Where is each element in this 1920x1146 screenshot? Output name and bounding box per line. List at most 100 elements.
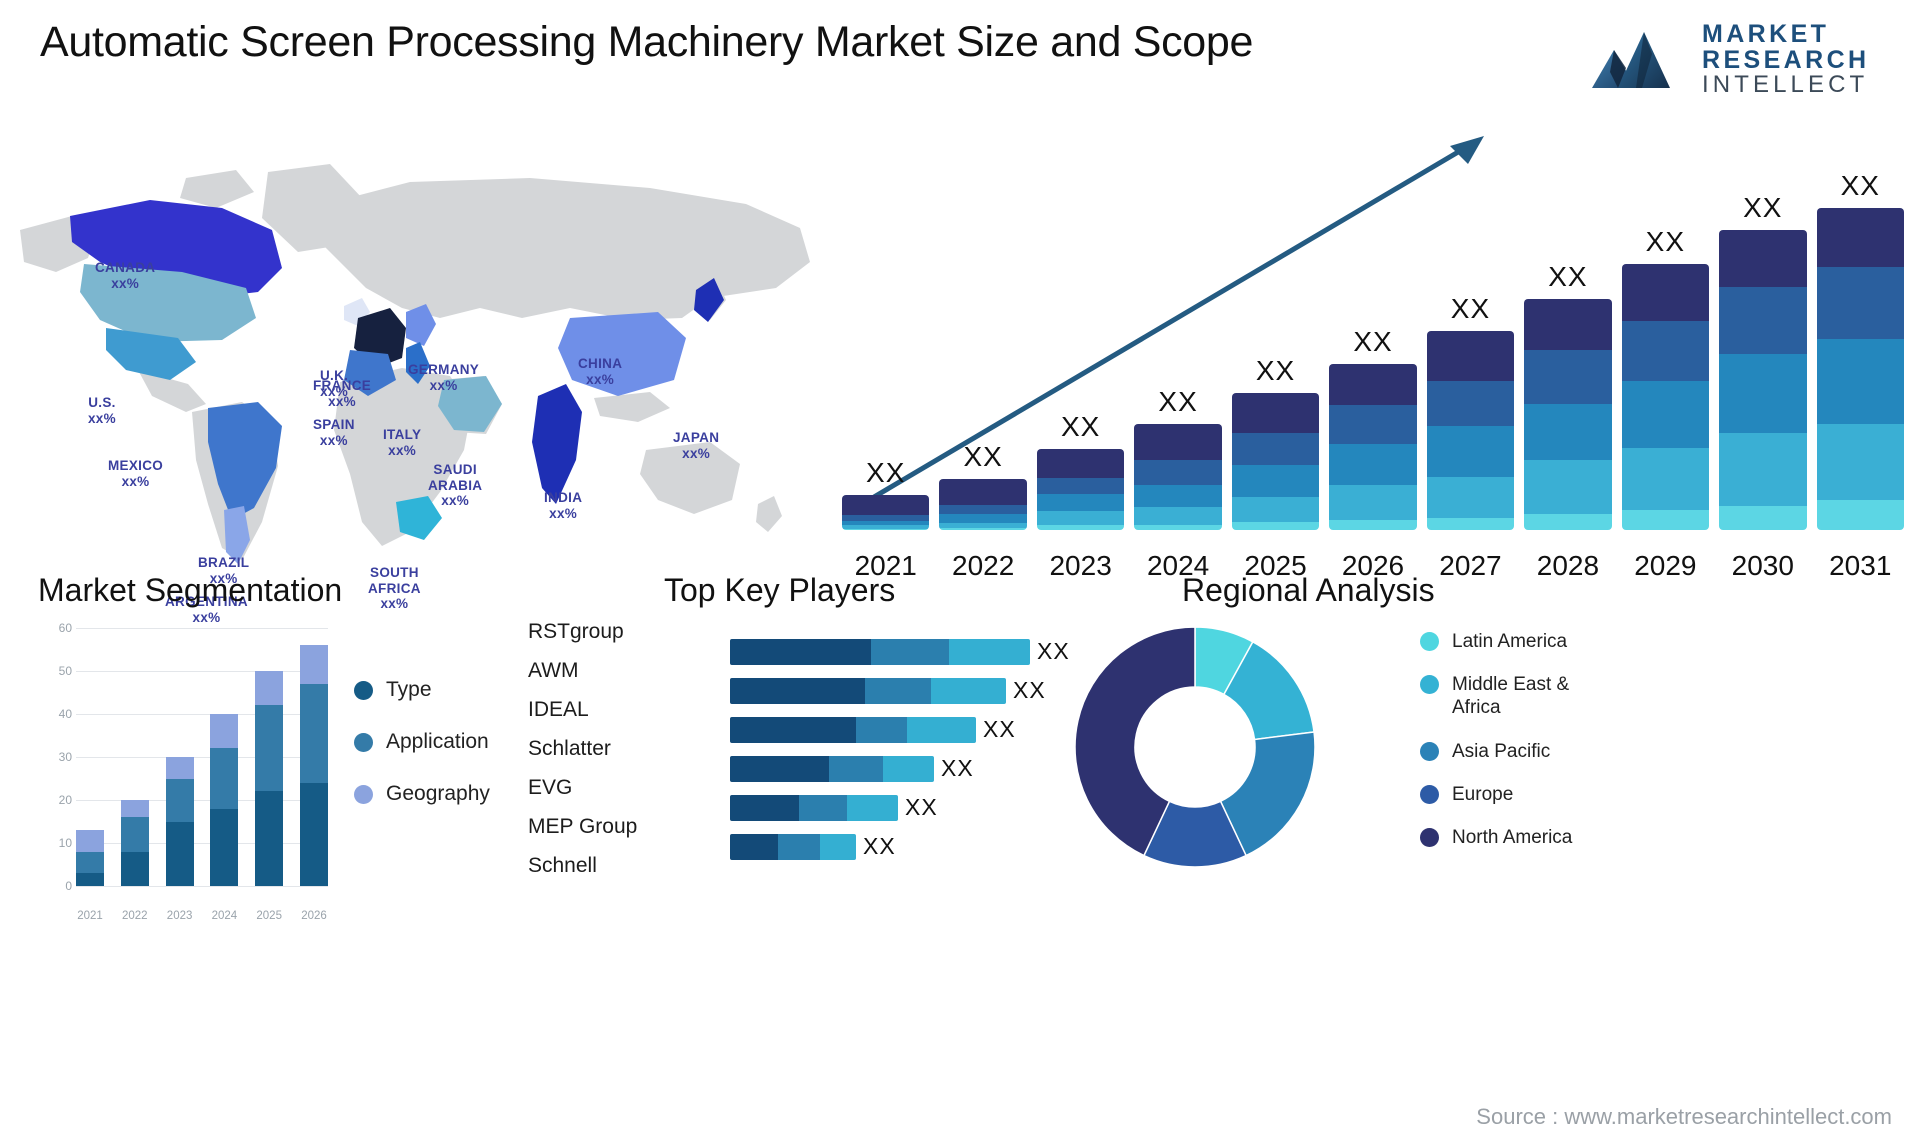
key-player-bar-row: XX (730, 632, 1080, 671)
segmentation-y-tick: 60 (58, 621, 72, 635)
legend-label: North America (1452, 826, 1573, 848)
map-label-country: INDIA (544, 490, 583, 505)
forecast-bar-stack (1036, 449, 1125, 530)
forecast-bar-stack (842, 495, 930, 530)
map-label-italy: ITALY xx% (383, 427, 421, 458)
legend-label: Asia Pacific (1452, 740, 1551, 762)
key-player-bar-segment (820, 833, 856, 860)
forecast-bar-segment (1621, 448, 1710, 510)
forecast-bar-segment (1621, 321, 1710, 381)
segmentation-x-label: 2026 (301, 910, 327, 922)
map-label-germany: GERMANY xx% (408, 362, 479, 393)
map-label-country: FRANCE (313, 378, 372, 393)
key-player-bar-segment (730, 716, 856, 743)
key-player-bar-row: XX (730, 671, 1080, 710)
segmentation-bar (299, 645, 328, 886)
forecast-bar-column: XX (1426, 170, 1515, 530)
brand-logo: MARKET RESEARCH INTELLECT (1592, 16, 1892, 102)
legend-label: Europe (1452, 783, 1514, 805)
key-player-value: XX (863, 833, 896, 859)
key-player-bar-segment (730, 677, 865, 704)
key-player-bar-segment (829, 755, 883, 782)
legend-color-dot (354, 680, 373, 700)
key-player-bar-segment (847, 794, 898, 821)
forecast-bar-segment (1524, 403, 1612, 461)
map-label-china: CHINA xx% (578, 356, 622, 387)
logo-line-1: MARKET (1702, 19, 1830, 48)
regional-legend-item: North America (1420, 826, 1622, 849)
regional-analysis-chart: Latin America Middle East & Africa Asia Pa… (1060, 560, 1910, 920)
key-player-bar-segment (865, 677, 931, 704)
world-map: CANADA xx% U.S. xx% MEXICO xx% BRAZIL xx% ARGENT… (10, 112, 840, 625)
map-label-value: xx% (111, 275, 140, 291)
key-player-bar (730, 716, 976, 743)
map-label-spain: SPAIN xx% (313, 417, 355, 448)
forecast-bar-column: XX (1621, 170, 1710, 530)
forecast-bar-segment (1621, 264, 1710, 321)
source-note: Source : www.marketresearchintellect.com (1476, 1104, 1892, 1129)
forecast-bar-segment (842, 495, 930, 516)
map-label-country: U.S. (88, 395, 116, 410)
legend-color-dot (1420, 675, 1439, 695)
segmentation-plot: 2021 2022 2023 2024 2025 2026 0 10 20 30 40 50 60 (59, 621, 328, 922)
regional-legend-item: Latin America (1420, 630, 1622, 653)
market-segmentation-chart: 2021 2022 2023 2024 2025 2026 0 10 20 30 40 50 60 T… (24, 610, 524, 922)
segmentation-bar (165, 757, 194, 886)
segmentation-bar-segment (76, 830, 104, 852)
key-player-name: AWM (528, 659, 579, 682)
key-player-name: Schnell (528, 854, 597, 877)
forecast-bar-column: XX (1134, 170, 1222, 530)
forecast-bar-stack (1524, 299, 1612, 530)
key-player-bar (730, 677, 1006, 704)
key-player-bar-segment (931, 677, 1006, 704)
map-label-saudi-arabia: SAUDI ARABIA xx% (428, 462, 482, 509)
forecast-bar-segment (1231, 392, 1320, 433)
forecast-bar-row: XX XX XX XX XX XX XX XX XX XX XX (842, 170, 1904, 530)
forecast-bar-column: XX (1719, 170, 1807, 530)
forecast-bar-value: XX (1548, 261, 1588, 292)
key-player-bar-segment (730, 833, 778, 860)
map-label-france: FRANCE xx% (313, 378, 371, 409)
legend-label: Application (386, 730, 489, 753)
segmentation-bar-segment (299, 782, 328, 886)
legend-label: Type (386, 678, 432, 701)
forecast-bar-segment (1329, 364, 1417, 406)
key-player-name: Schlatter (528, 737, 611, 760)
map-label-india: INDIA xx% (544, 490, 582, 521)
map-label-value: xx% (441, 493, 470, 509)
market-segmentation-title: Market Segmentation (38, 572, 343, 608)
forecast-bar-stack (1621, 264, 1710, 530)
regional-legend: Latin America Middle East & Africa Asia Pa… (1420, 630, 1622, 849)
forecast-bar-segment (1524, 513, 1612, 530)
forecast-bar-value: XX (1645, 226, 1686, 258)
map-label-value: xx% (328, 393, 356, 409)
logo-line-2: RESEARCH (1702, 45, 1870, 74)
forecast-bar-value: XX (1255, 354, 1296, 386)
forecast-bar-segment (1816, 208, 1904, 268)
map-label-country: SOUTH AFRICA (368, 565, 421, 596)
map-label-u-s-: U.S. xx% (88, 395, 116, 426)
legend-color-dot (354, 732, 373, 752)
forecast-bar-value: XX (866, 457, 906, 489)
forecast-bar-segment (1036, 477, 1125, 495)
key-player-name: EVG (528, 776, 573, 799)
segmentation-legend: Type Application Geography (354, 678, 490, 806)
forecast-bar-value: XX (1840, 170, 1880, 201)
legend-label: Latin America (1452, 631, 1568, 652)
key-player-bar-segment (778, 833, 820, 860)
map-label-canada: CANADA xx% (95, 260, 155, 291)
forecast-bar-segment (1134, 525, 1222, 530)
map-label-value: xx% (88, 410, 116, 426)
page-title: Automatic Screen Processing Machinery Ma… (40, 18, 1254, 66)
forecast-bar-segment (1426, 476, 1515, 519)
forecast-bar-stack (939, 478, 1027, 530)
forecast-bar-segment (1719, 287, 1807, 354)
map-label-value: xx% (319, 432, 348, 448)
key-player-bar-segment (799, 794, 847, 821)
forecast-bar-segment (939, 505, 1027, 515)
segmentation-bar-segment (255, 671, 284, 706)
segmentation-bar-segment (255, 791, 284, 886)
map-label-country: BRAZIL (198, 555, 250, 570)
segmentation-y-tick: 40 (58, 707, 72, 721)
map-label-country: SAUDI ARABIA (428, 462, 483, 493)
